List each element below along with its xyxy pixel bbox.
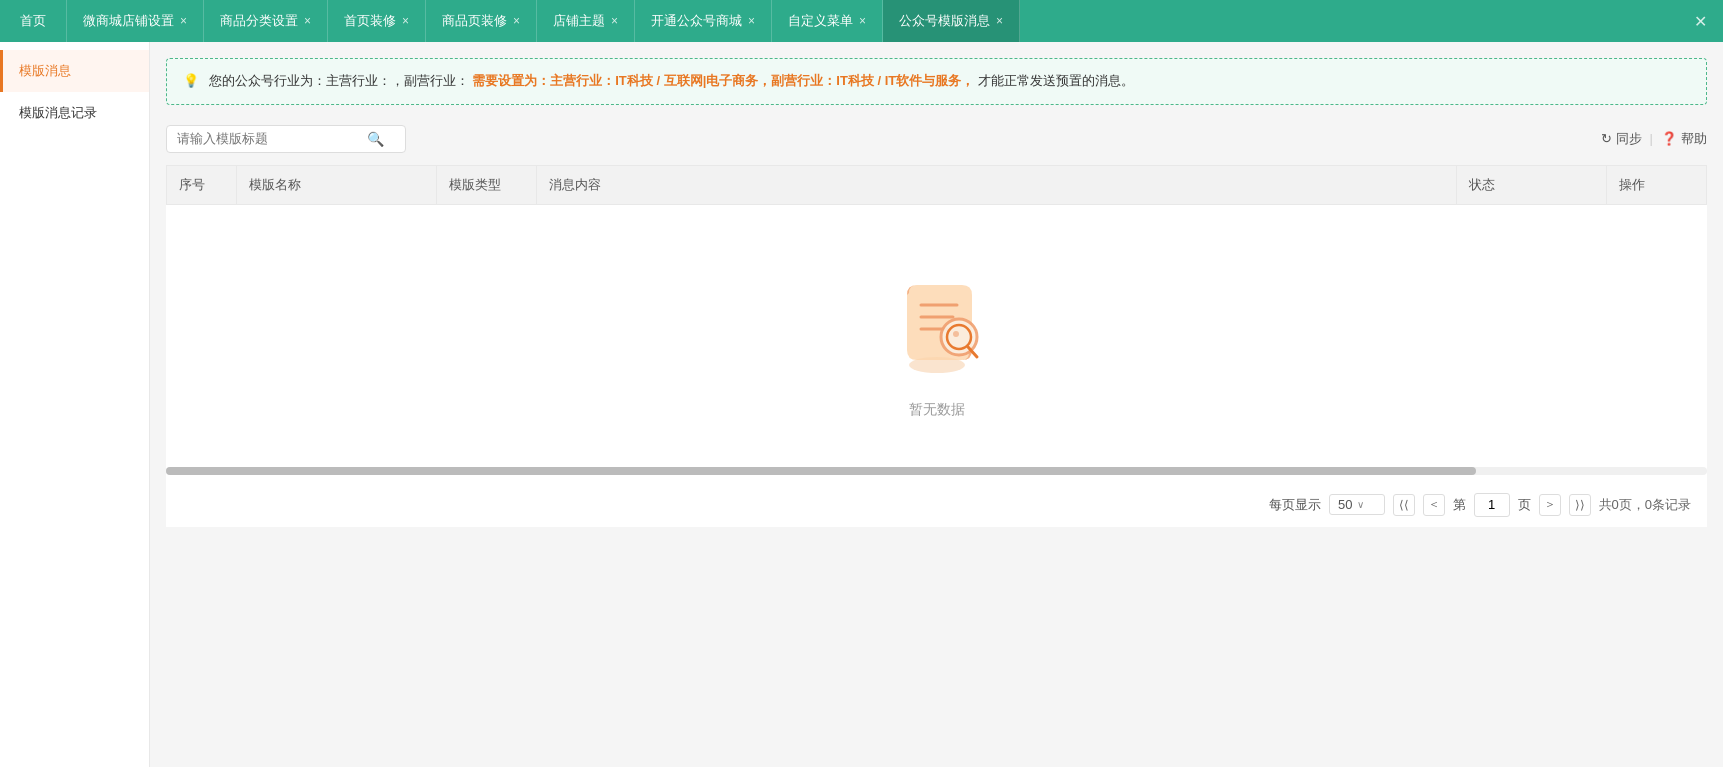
empty-illustration [877,265,997,385]
tab-wshop-settings[interactable]: 微商城店铺设置 × [67,0,204,42]
tab-home-label: 首页 [20,12,46,30]
sidebar-item-template-msg-record-label: 模版消息记录 [19,105,97,120]
tab-category-close[interactable]: × [304,14,311,28]
data-table: 序号 模版名称 模版类型 消息内容 状态 [166,165,1707,205]
sidebar: 模版消息 模版消息记录 [0,42,150,767]
sync-button[interactable]: ↻ 同步 [1601,130,1642,148]
help-label: 帮助 [1681,130,1707,148]
content-area: 💡 您的公众号行业为：主营行业：，副营行业： 需要设置为：主营行业：IT科技 /… [150,42,1723,767]
empty-text: 暂无数据 [909,401,965,419]
help-button[interactable]: ❓ 帮助 [1661,130,1707,148]
tab-custom-menu-label: 自定义菜单 [788,12,853,30]
sidebar-item-template-msg-record[interactable]: 模版消息记录 [0,92,149,134]
tab-product-page-close[interactable]: × [513,14,520,28]
tab-product-page[interactable]: 商品页装修 × [426,0,537,42]
svg-point-7 [953,331,959,337]
tab-product-page-label: 商品页装修 [442,12,507,30]
table-header-row: 序号 模版名称 模版类型 消息内容 状态 [167,165,1707,204]
pagination: 每页显示 50 ∨ ⟨⟨ ＜ 第 页 ＞ ⟩⟩ 共0页，0条记录 [166,483,1707,527]
notice-banner: 💡 您的公众号行业为：主营行业：，副营行业： 需要设置为：主营行业：IT科技 /… [166,58,1707,105]
tab-wshop-close[interactable]: × [180,14,187,28]
tab-homepage-close[interactable]: × [402,14,409,28]
notice-icon: 💡 [183,73,199,88]
tab-template-msg-label: 公众号模版消息 [899,12,990,30]
page-di-label: 第 [1453,496,1466,514]
action-divider: | [1650,131,1653,146]
page-number-input[interactable] [1474,493,1510,517]
scroll-track[interactable] [166,467,1707,475]
table-wrapper: 序号 模版名称 模版类型 消息内容 状态 [166,165,1707,527]
tab-homepage[interactable]: 首页装修 × [328,0,426,42]
notice-highlight: 需要设置为：主营行业：IT科技 / 互联网|电子商务，副营行业：IT科技 / I… [472,73,974,88]
tab-open-mall-label: 开通公众号商城 [651,12,742,30]
help-icon: ❓ [1661,131,1677,146]
tab-open-mall[interactable]: 开通公众号商城 × [635,0,772,42]
tab-custom-menu-close[interactable]: × [859,14,866,28]
search-bar: 🔍 ↻ 同步 | ❓ 帮助 [166,125,1707,153]
col-content: 消息内容 [537,165,1457,204]
page-total-text: 共0页，0条记录 [1599,496,1691,514]
search-input-wrap: 🔍 [166,125,406,153]
col-status: 状态 [1457,165,1607,204]
last-page-button[interactable]: ⟩⟩ [1569,494,1591,516]
tab-category-label: 商品分类设置 [220,12,298,30]
tab-open-mall-close[interactable]: × [748,14,755,28]
search-actions: ↻ 同步 | ❓ 帮助 [1601,130,1707,148]
scroll-thumb [166,467,1476,475]
tab-bar: 首页 微商城店铺设置 × 商品分类设置 × 首页装修 × 商品页装修 × 店铺主… [0,0,1723,42]
col-name: 模版名称 [237,165,437,204]
search-input[interactable] [177,131,367,146]
empty-state: 暂无数据 [166,205,1707,459]
tab-theme[interactable]: 店铺主题 × [537,0,635,42]
prev-page-button[interactable]: ＜ [1423,494,1445,516]
tab-theme-close[interactable]: × [611,14,618,28]
tab-bar-global-close[interactable]: ✕ [1694,12,1707,31]
search-icon[interactable]: 🔍 [367,131,384,147]
tab-home[interactable]: 首页 [0,0,67,42]
notice-prefix: 您的公众号行业为：主营行业：，副营行业： [209,73,469,88]
first-page-button[interactable]: ⟨⟨ [1393,494,1415,516]
main-layout: 模版消息 模版消息记录 💡 您的公众号行业为：主营行业：，副营行业： 需要设置为… [0,42,1723,767]
tab-category[interactable]: 商品分类设置 × [204,0,328,42]
col-index: 序号 [167,165,237,204]
tab-homepage-label: 首页装修 [344,12,396,30]
page-unit-label: 页 [1518,496,1531,514]
tab-template-msg-close[interactable]: × [996,14,1003,28]
page-size-label: 每页显示 [1269,496,1321,514]
next-page-button[interactable]: ＞ [1539,494,1561,516]
sync-icon: ↻ [1601,131,1612,146]
select-arrow-icon: ∨ [1357,499,1364,510]
col-type: 模版类型 [437,165,537,204]
col-actions: 操作 [1607,165,1707,204]
sync-label: 同步 [1616,130,1642,148]
tab-template-msg[interactable]: 公众号模版消息 × [883,0,1020,42]
tab-custom-menu[interactable]: 自定义菜单 × [772,0,883,42]
tab-theme-label: 店铺主题 [553,12,605,30]
page-size-value: 50 [1338,497,1352,512]
sidebar-item-template-msg-label: 模版消息 [19,63,71,78]
sidebar-item-template-msg[interactable]: 模版消息 [0,50,149,92]
page-size-select[interactable]: 50 ∨ [1329,494,1384,515]
notice-suffix: 才能正常发送预置的消息。 [978,73,1134,88]
tab-wshop-label: 微商城店铺设置 [83,12,174,30]
